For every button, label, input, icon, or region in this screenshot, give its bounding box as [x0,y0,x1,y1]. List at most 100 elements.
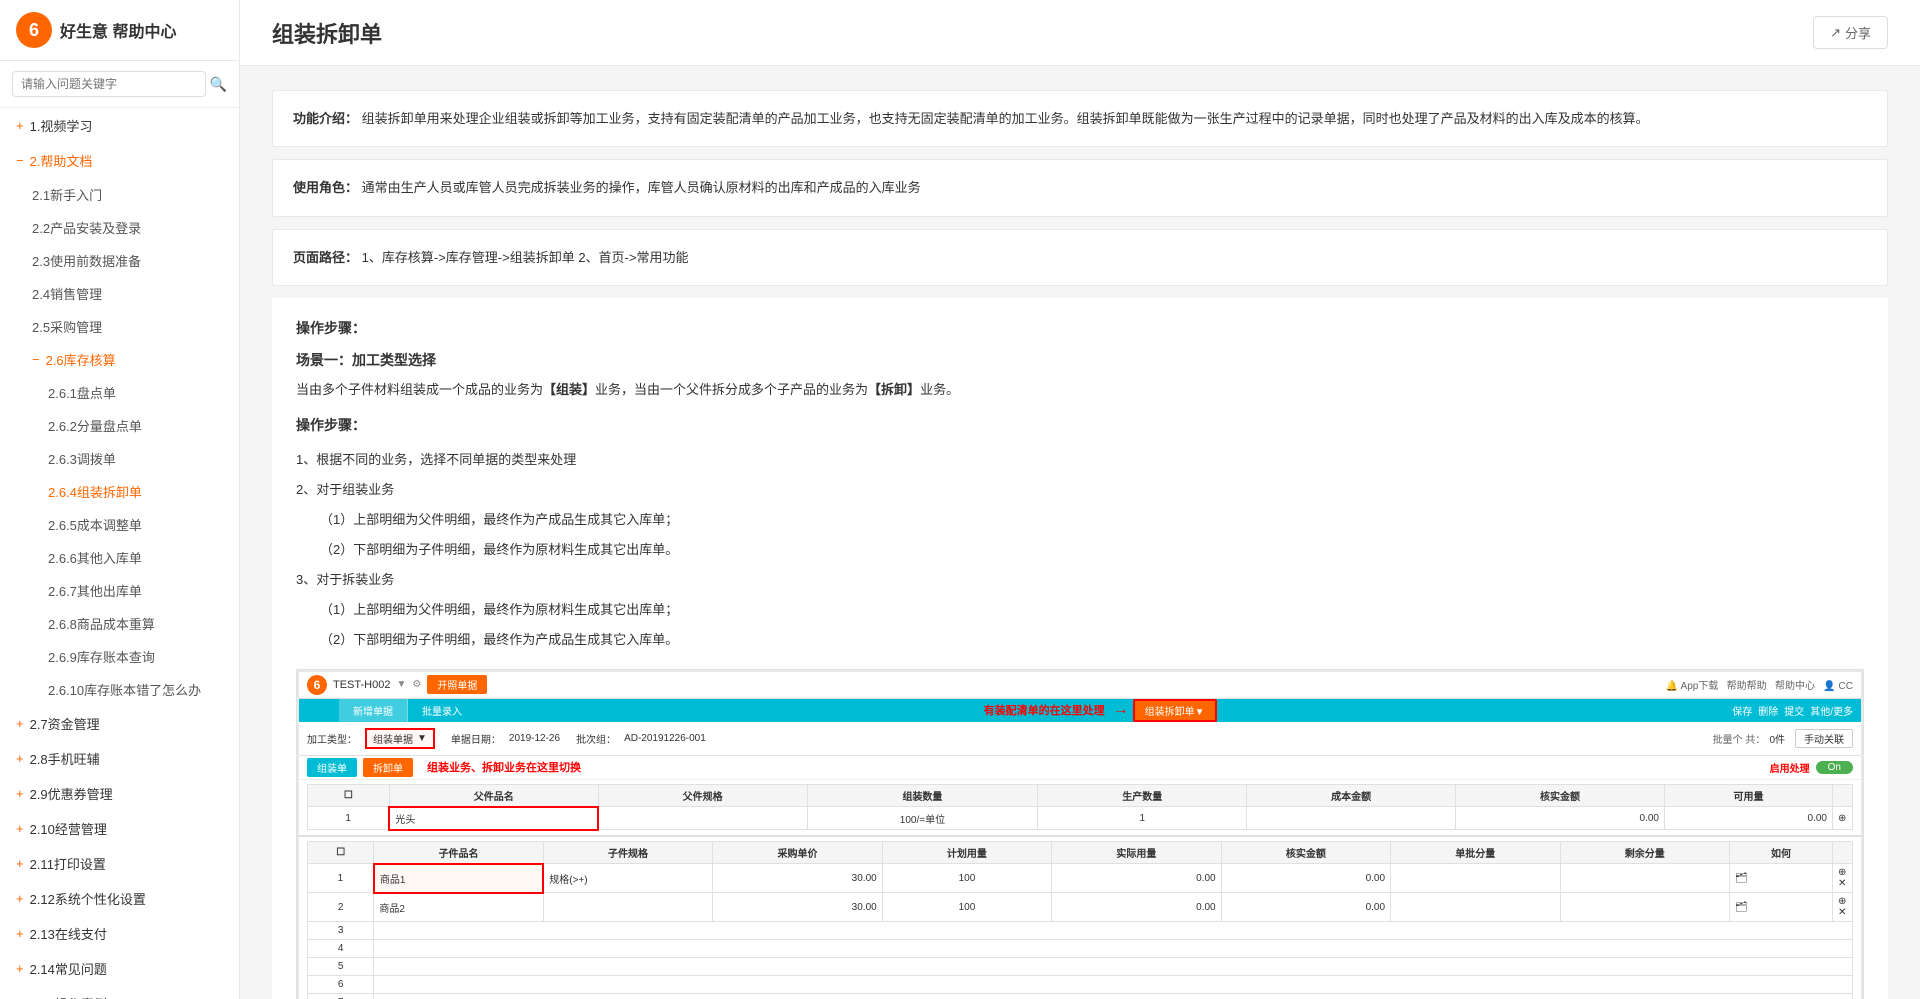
sidebar-item-sales[interactable]: 2.4销售管理 [0,277,239,310]
logo-text: 好生意 帮助中心 [60,18,176,42]
sidebar-item-fund[interactable]: + 2.7资金管理 [0,706,239,741]
screen-tab-batch[interactable]: 批量录入 [408,699,476,722]
row1-action[interactable]: ⊕ [1833,807,1853,830]
search-input[interactable] [12,71,206,97]
sidebar-item-cost-adjust[interactable]: 2.6.5成本调整单 [0,508,239,541]
row1-checkbox[interactable]: 1 [308,807,390,830]
sidebar-item-online-pay-label: 2.13在线支付 [30,924,107,943]
sidebar-item-other-in-label: 2.6.6其他入库单 [48,548,142,567]
row1-cost [1247,807,1456,830]
sidebar-item-data-prep[interactable]: 2.3使用前数据准备 [0,244,239,277]
row1-parent-spec [598,807,807,830]
form-type-select[interactable]: 组装单据▼ [365,728,435,749]
sub-row2-actual: 0.00 [1052,893,1221,922]
sub-row2-ops[interactable]: ⊕ ✕ [1833,893,1853,922]
share-icon: ↗ [1830,25,1841,41]
fund-expand-icon: + [16,716,24,731]
sidebar-item-purchase[interactable]: 2.5采购管理 [0,310,239,343]
screen-tab-new[interactable]: 新增单据 [339,699,408,722]
sub-row1-name: 商品1 [374,864,543,893]
screen-upper-table: ☐ 父件品名 父件规格 组装数量 生产数量 成本金额 核实金额 可用量 [299,780,1861,835]
sub-col-ops [1833,841,1853,864]
sidebar-item-coupon-label: 2.9优惠券管理 [30,784,113,803]
sidebar-item-mobile-label: 2.8手机旺辅 [30,749,100,768]
sidebar-item-install[interactable]: 2.2产品安装及登录 [0,211,239,244]
sub-row2-action[interactable]: 🗂 [1729,893,1832,922]
screen-new-btn[interactable]: 开照单据 [427,675,487,694]
col-action-1 [1833,784,1853,807]
sub-row6-num: 6 [308,976,374,994]
sidebar-item-adjust[interactable]: 2.6.3调拨单 [0,442,239,475]
col-verify-cost: 核实金额 [1456,784,1665,807]
sidebar-item-cases[interactable]: + 2.15操作案例 [0,986,239,999]
customize-expand-icon: + [16,891,24,906]
screen-top-icons: 🔔 App下载 帮助帮助 帮助中心 👤 CC [1666,677,1853,692]
sidebar-item-inventory[interactable]: − 2.6库存核算 [0,343,239,376]
screen-form-area: 加工类型： 组装单据▼ 单据日期： 2019-12-26 批次组： AD-201… [299,722,1861,756]
sidebar-item-stock-query-label: 2.6.9库存账本查询 [48,647,155,666]
sidebar-item-stocktaking[interactable]: 2.6.1盘点单 [0,376,239,409]
sidebar-item-partial-stock[interactable]: 2.6.2分量盘点单 [0,409,239,442]
sidebar-item-ops[interactable]: + 2.10经营管理 [0,811,239,846]
step-2: 2、对于组装业务 [296,477,1864,503]
online-pay-expand-icon: + [16,926,24,941]
sidebar-item-video[interactable]: + 1.视频学习 [0,108,239,143]
screen-toggle-assemble[interactable]: 组装单 [307,758,357,777]
screen-toggle-area: 组装单 拆卸单 组装业务、拆卸业务在这里切换 启用处理 On [299,756,1861,780]
path-text: 1、库存核算->库存管理->组装拆卸单 2、首页->常用功能 [362,250,689,265]
screenshot-container: 6 TEST-H002 ▼ ⚙ 开照单据 🔔 App下载 帮助帮助 帮助中心 👤… [296,669,1864,999]
assemble-keyword: 【组装】 [543,382,595,397]
arrow-right: → [1113,701,1129,719]
sub-row2-checkbox[interactable]: 2 [308,893,374,922]
screen-btn-assemble[interactable]: 组装拆卸单▼ [1133,699,1217,722]
sidebar-item-help-docs[interactable]: − 2.帮助文档 [0,143,239,178]
sidebar-item-mobile[interactable]: + 2.8手机旺辅 [0,741,239,776]
sidebar-item-other-out[interactable]: 2.6.7其他出库单 [0,574,239,607]
sidebar-item-account-error[interactable]: 2.6.10库存账本错了怎么办 [0,673,239,706]
sidebar-item-cases-label: 2.15操作案例 [30,994,107,999]
role-label: 使用角色： [293,180,358,195]
sidebar-item-coupon[interactable]: + 2.9优惠券管理 [0,776,239,811]
sidebar-item-assemble[interactable]: 2.6.4组装拆卸单 [0,475,239,508]
sidebar-item-print[interactable]: + 2.11打印设置 [0,846,239,881]
sidebar-item-assemble-label: 2.6.4组装拆卸单 [48,482,142,501]
search-icon[interactable]: 🔍 [210,76,227,93]
sub-row2-price: 30.00 [713,893,882,922]
sub-row1-verify: 0.00 [1221,864,1390,893]
screen-toggle-disassemble[interactable]: 拆卸单 [363,758,413,777]
sidebar-item-print-label: 2.11打印设置 [30,854,106,873]
sidebar-item-product-cost[interactable]: 2.6.8商品成本重算 [0,607,239,640]
sidebar-item-video-label: 1.视频学习 [30,116,93,135]
sub-row1-plan: 100 [882,864,1051,893]
sidebar-item-stock-query[interactable]: 2.6.9库存账本查询 [0,640,239,673]
print-expand-icon: + [16,856,24,871]
screen-enabled-toggle[interactable]: On [1816,761,1853,774]
share-button[interactable]: ↗ 分享 [1813,16,1888,49]
form-group-label: 批次组： [576,731,616,746]
path-label: 页面路径： [293,250,358,265]
logo-icon: 6 [16,12,52,48]
step-list: 1、根据不同的业务，选择不同单据的类型来处理 2、对于组装业务 （1）上部明细为… [296,447,1864,653]
sub-row2-name: 商品2 [374,893,543,922]
annotation-middle: 组装业务、拆卸业务在这里切换 [427,759,581,775]
sub-row7-empty [374,994,1853,999]
sub-row2-spec [543,893,712,922]
sidebar-item-other-in[interactable]: 2.6.6其他入库单 [0,541,239,574]
sidebar-item-new-user[interactable]: 2.1新手入门 [0,178,239,211]
scene1-heading: 场景一：加工类型选择 [296,350,1864,370]
sidebar-item-online-pay[interactable]: + 2.13在线支付 [0,916,239,951]
screen-enabled-area: 启用处理 On [1770,760,1853,775]
sub-row1-action[interactable]: 🗂 [1729,864,1832,893]
scene1-desc: 当由多个子件材料组装成一个成品的业务为【组装】业务，当由一个父件拆分成多个子产品… [296,378,1864,403]
sidebar-item-faq[interactable]: + 2.14常见问题 [0,951,239,986]
intro-text: 组装拆卸单用来处理企业组装或拆卸等加工业务，支持有固定装配清单的产品加工业务，也… [362,111,1649,126]
col-checkbox: ☐ [308,784,390,807]
sub-row3-empty [374,922,1853,940]
form-batch-btn[interactable]: 手动关联 [1795,729,1853,748]
sidebar-item-customize[interactable]: + 2.12系统个性化设置 [0,881,239,916]
sub-row3-num: 3 [308,922,374,940]
sub-row1-checkbox[interactable]: 1 [308,864,374,893]
sub-row5-num: 5 [308,958,374,976]
sub-row1-ops[interactable]: ⊕ ✕ [1833,864,1853,893]
form-count-value: 0件 [1769,731,1785,746]
